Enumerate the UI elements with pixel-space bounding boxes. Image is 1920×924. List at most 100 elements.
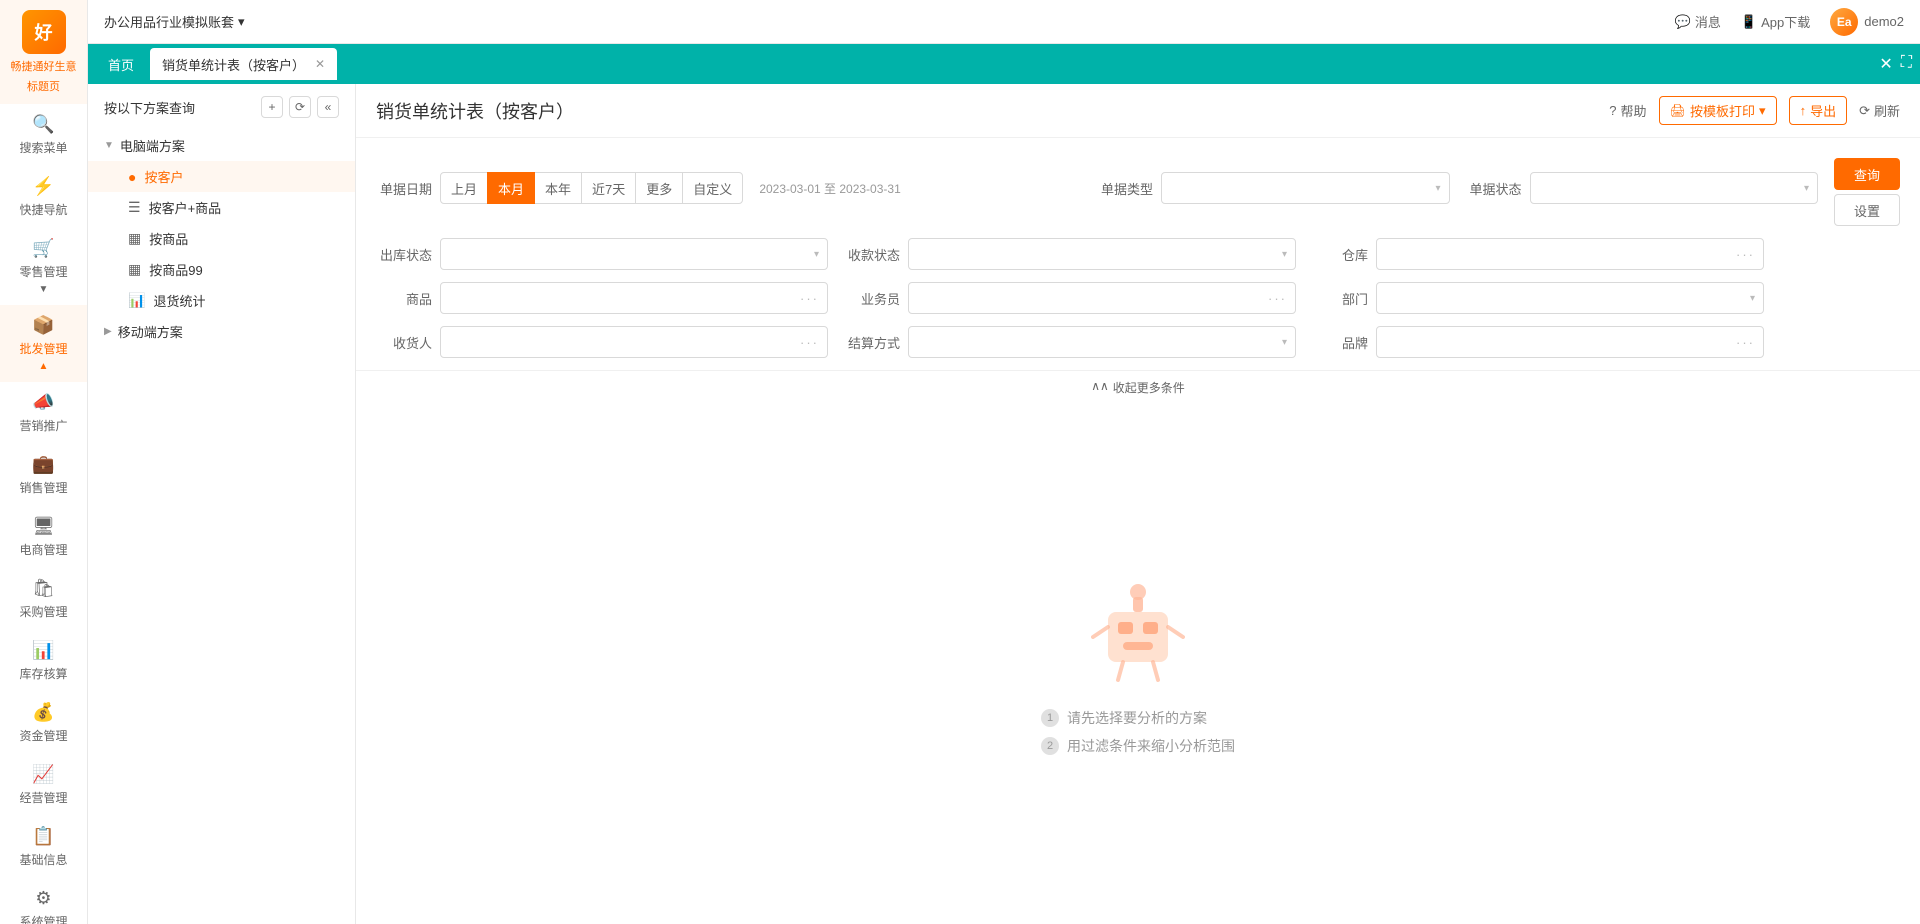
sidebar-item-search[interactable]: 🔍 搜索菜单 [0,104,87,166]
date-btn-more[interactable]: 更多 [635,172,683,204]
filter-section: 单据日期 上月 本月 本年 近7天 更多 自定义 2023-03-01 至 20… [356,138,1920,404]
export-btn[interactable]: ↑ 导出 [1789,96,1848,125]
company-selector[interactable]: 办公用品行业模拟账套 ▾ [104,12,245,31]
order-status-arrow: ▾ [1804,183,1809,194]
sidebar-item-inventory[interactable]: 📊 库存核算 [0,630,87,692]
sidebar-item-basic[interactable]: 📋 基础信息 [0,816,87,878]
app-download-btn[interactable]: 📱 App下载 [1741,12,1810,31]
empty-number-2: 2 [1041,737,1059,755]
filter-receipt-status: 收款状态 ▾ [844,238,1296,270]
goods-label: 商品 [376,289,432,308]
sidebar-item-purchase[interactable]: 🛍 采购管理 [0,568,87,630]
print-arrow: ▾ [1759,103,1766,119]
sidebar-item-retail[interactable]: 🛒 零售管理 ▼ [0,228,87,305]
date-btn-thisyear[interactable]: 本年 [534,172,582,204]
date-label: 单据日期 [376,179,432,198]
logo-icon: 好 [22,10,66,54]
out-status-arrow: ▾ [814,249,819,260]
page-area: 按以下方案查询 + ⟳ « ▼ 电脑端方案 [88,84,1920,924]
sidebar-item-sales[interactable]: 💼 销售管理 [0,444,87,506]
date-filter-buttons: 上月 本月 本年 近7天 更多 自定义 [440,172,743,204]
sidebar-item-wholesale[interactable]: 📦 批发管理 ▲ [0,305,87,382]
brand-input[interactable]: ··· [1376,326,1764,358]
order-status-input[interactable]: ▾ [1530,172,1819,204]
logo-text: 畅捷通好生意 [11,58,77,74]
sidebar-item-marketing[interactable]: 📣 营销推广 [0,382,87,444]
order-type-input[interactable]: ▾ [1161,172,1450,204]
collapse-icon: « [325,100,332,114]
left-panel-header: 按以下方案查询 + ⟳ « [88,84,355,126]
out-status-input[interactable]: ▾ [440,238,828,270]
date-btn-last7days[interactable]: 近7天 [581,172,636,204]
add-scheme-btn[interactable]: + [261,96,283,118]
goods-input[interactable]: ··· [440,282,828,314]
department-label: 部门 [1312,289,1368,308]
settlement-arrow: ▾ [1282,337,1287,348]
department-arrow: ▾ [1750,293,1755,304]
header-right: 💬 消息 📱 App下载 Ea demo2 [1675,8,1904,36]
selector-arrow: ▾ [238,14,245,30]
action-col: 查询 设置 [1834,150,1900,226]
filter-brand: 品牌 ··· [1312,326,1764,358]
tab-maximize-icon[interactable]: ⛶ [1901,54,1912,74]
date-btn-lastmonth[interactable]: 上月 [440,172,488,204]
grid-icon-2: ▦ [128,261,141,278]
tree-child-by-customer-goods[interactable]: ☰ 按客户+商品 [88,192,355,223]
tree-child-by-customer[interactable]: ● 按客户 [88,161,355,192]
app-download-label: App下载 [1761,12,1810,31]
tree-parent-mobile[interactable]: ▶ 移动端方案 [88,316,355,347]
receipt-status-input[interactable]: ▾ [908,238,1296,270]
right-content: 销货单统计表（按客户） ? 帮助 🖨 按模板打印 ▾ ↑ 导出 [356,84,1920,924]
user-profile[interactable]: Ea demo2 [1830,8,1904,36]
tree-child-by-goods[interactable]: ▦ 按商品 [88,223,355,254]
tab-actions: ✕ ⛶ [1879,54,1912,74]
order-type-arrow: ▾ [1435,183,1440,194]
tab-stats[interactable]: 销货单统计表（按客户） ✕ [150,48,337,80]
collapse-panel-btn[interactable]: « [317,96,339,118]
list-icon-1: ☰ [128,199,141,216]
query-btn[interactable]: 查询 [1834,158,1900,190]
tab-close-window-icon[interactable]: ✕ [1879,54,1892,74]
date-btn-thismonth[interactable]: 本月 [487,172,535,204]
basic-icon: 📋 [32,826,54,847]
receiver-input[interactable]: ··· [440,326,828,358]
tree-section: ▼ 电脑端方案 ● 按客户 ☰ 按客户+商品 ▦ 按商品 ▦ 按商品 [88,126,355,351]
empty-text-2: 2 用过滤条件来缩小分析范围 [1041,736,1235,756]
print-btn[interactable]: 🖨 按模板打印 ▾ [1659,96,1777,125]
sidebar-item-quicknav[interactable]: ⚡ 快捷导航 [0,166,87,228]
salesman-input[interactable]: ··· [908,282,1296,314]
top-header: 办公用品行业模拟账套 ▾ 💬 消息 📱 App下载 Ea demo2 [88,0,1920,44]
empty-illustration [1078,572,1198,692]
settings-btn[interactable]: 设置 [1834,194,1900,226]
settlement-input[interactable]: ▾ [908,326,1296,358]
refresh-scheme-btn[interactable]: ⟳ [289,96,311,118]
receiver-label: 收货人 [376,333,432,352]
tree-parent-desktop[interactable]: ▼ 电脑端方案 [88,130,355,161]
filter-date: 单据日期 上月 本月 本年 近7天 更多 自定义 2023-03-01 至 20… [376,172,1081,204]
tab-close-icon[interactable]: ✕ [315,57,325,71]
date-btn-custom[interactable]: 自定义 [682,172,743,204]
help-btn[interactable]: ? 帮助 [1609,101,1646,120]
collapse-bar[interactable]: ∧∧ 收起更多条件 [356,370,1920,404]
message-btn[interactable]: 💬 消息 [1675,12,1721,31]
sidebar-item-finance[interactable]: 💰 资金管理 [0,692,87,754]
ecommerce-icon: 🖥 [32,516,55,537]
filter-goods: 商品 ··· [376,282,828,314]
main-wrapper: 办公用品行业模拟账套 ▾ 💬 消息 📱 App下载 Ea demo2 首页 销货… [88,0,1920,924]
sidebar-item-business[interactable]: 📈 经营管理 [0,754,87,816]
filter-order-type: 单据类型 ▾ [1097,172,1450,204]
department-input[interactable]: ▾ [1376,282,1764,314]
retail-arrow: ▼ [39,284,49,295]
by-goods-label: 按商品 [149,229,188,248]
warehouse-input[interactable]: ··· [1376,238,1764,270]
sidebar-item-system[interactable]: ⚙ 系统管理 [0,878,87,924]
tree-child-by-goods99[interactable]: ▦ 按商品99 [88,254,355,285]
sidebar-item-ecommerce[interactable]: 🖥 电商管理 [0,506,87,568]
settlement-label: 结算方式 [844,333,900,352]
page-header: 销货单统计表（按客户） ? 帮助 🖨 按模板打印 ▾ ↑ 导出 [356,84,1920,138]
tab-home[interactable]: 首页 [96,48,146,80]
purchase-icon: 🛍 [32,578,55,599]
tree-child-return-stats[interactable]: 📊 退货统计 [88,285,355,316]
refresh-btn[interactable]: ⟳ 刷新 [1859,101,1900,120]
filter-out-status: 出库状态 ▾ [376,238,828,270]
